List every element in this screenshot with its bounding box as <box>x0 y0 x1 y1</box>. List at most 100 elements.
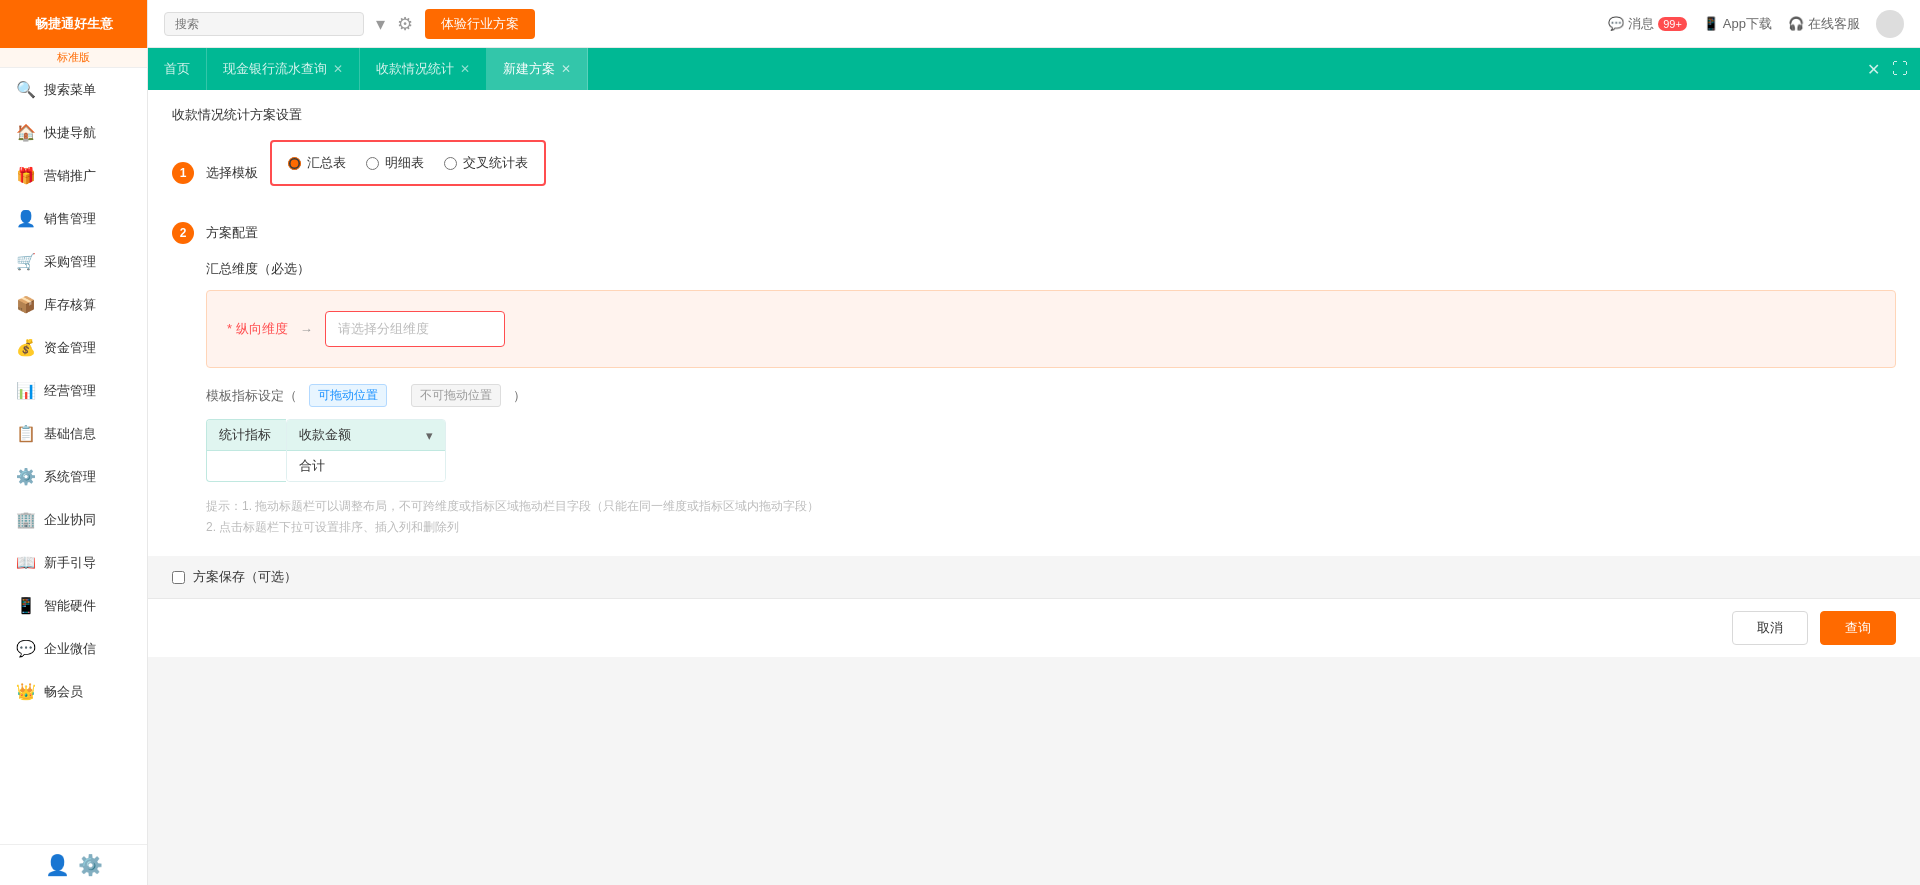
metrics-col-dropdown-icon[interactable]: ▾ <box>426 428 433 443</box>
sidebar-item-label: 企业微信 <box>44 640 96 658</box>
step2-label: 方案配置 <box>206 224 258 242</box>
support-icon: 🎧 <box>1788 16 1804 31</box>
tab-collection-stats-close[interactable]: ✕ <box>460 62 470 76</box>
tab-home-label: 首页 <box>164 60 190 78</box>
metrics-header: 收款金额 ▾ <box>287 420 445 451</box>
sidebar-item-finance[interactable]: 💰 资金管理 <box>0 326 147 369</box>
tab-collection-stats-label: 收款情况统计 <box>376 60 454 78</box>
sidebar-item-label: 资金管理 <box>44 339 96 357</box>
sidebar-bottom-icon2[interactable]: ⚙️ <box>78 853 103 877</box>
query-button[interactable]: 查询 <box>1820 611 1896 645</box>
sidebar-item-label: 快捷导航 <box>44 124 96 142</box>
radio-detail[interactable]: 明细表 <box>366 154 424 172</box>
money-icon: 💰 <box>16 338 36 357</box>
industry-btn[interactable]: 体验行业方案 <box>425 9 535 39</box>
template-section: 汇总表 明细表 交叉统计表 <box>270 140 546 186</box>
notification-item[interactable]: 💬 消息 99+ <box>1608 15 1687 33</box>
user-icon: 👤 <box>16 209 36 228</box>
sidebar-item-basic-info[interactable]: 📋 基础信息 <box>0 412 147 455</box>
tab-home[interactable]: 首页 <box>148 48 207 90</box>
sidebar-item-label: 营销推广 <box>44 167 96 185</box>
summary-dim-title: 汇总维度（必选） <box>206 260 1896 278</box>
step2-content: 汇总维度（必选） * 纵向维度 → 请选择分组维度 模板指标设定（ <box>206 260 1896 536</box>
sidebar-bottom: 👤 ⚙️ <box>0 844 147 885</box>
step2-row: 2 方案配置 <box>172 222 1896 244</box>
sidebar-item-label: 销售管理 <box>44 210 96 228</box>
sidebar-item-quick-nav[interactable]: 🏠 快捷导航 <box>0 111 147 154</box>
sidebar-item-purchase[interactable]: 🛒 采购管理 <box>0 240 147 283</box>
metrics-config: 模板指标设定（ 可拖动位置 不可拖动位置 ） 统计指标 <box>206 384 1896 482</box>
tab-expand-icon[interactable]: ⛶ <box>1892 60 1908 78</box>
tab-bar-actions: ✕ ⛶ <box>1855 48 1920 90</box>
sidebar-item-label: 搜索菜单 <box>44 81 96 99</box>
radio-summary[interactable]: 汇总表 <box>288 154 346 172</box>
dropdown-icon[interactable]: ▾ <box>376 13 385 35</box>
tab-bank-flow[interactable]: 现金银行流水查询 ✕ <box>207 48 360 90</box>
box-icon: 📦 <box>16 295 36 314</box>
message-icon: 💬 <box>1608 16 1624 31</box>
sidebar-item-label: 库存核算 <box>44 296 96 314</box>
step1-row: 1 选择模板 汇总表 明细表 交叉统计表 <box>172 140 1896 206</box>
tab-new-plan-label: 新建方案 <box>503 60 555 78</box>
gear-icon: ⚙️ <box>16 467 36 486</box>
search-input[interactable] <box>164 12 364 36</box>
tab-collection-stats[interactable]: 收款情况统计 ✕ <box>360 48 487 90</box>
sidebar-item-search-menu[interactable]: 🔍 搜索菜单 <box>0 68 147 111</box>
metrics-sub-row: 合计 <box>287 451 445 481</box>
sidebar-item-label: 采购管理 <box>44 253 96 271</box>
metrics-category-header: 统计指标 <box>207 420 286 451</box>
tab-bank-flow-close[interactable]: ✕ <box>333 62 343 76</box>
sidebar-item-marketing[interactable]: 🎁 营销推广 <box>0 154 147 197</box>
app-download-item[interactable]: 📱 App下载 <box>1703 15 1772 33</box>
tab-bank-flow-label: 现金银行流水查询 <box>223 60 327 78</box>
home-icon: 🏠 <box>16 123 36 142</box>
sidebar-bottom-icon1[interactable]: 👤 <box>45 853 70 877</box>
radio-cross-input[interactable] <box>444 157 457 170</box>
online-support-label: 在线客服 <box>1808 15 1860 33</box>
tab-new-plan-close[interactable]: ✕ <box>561 62 571 76</box>
dimension-selector[interactable]: 请选择分组维度 <box>325 311 505 347</box>
sidebar-item-label: 畅会员 <box>44 683 83 701</box>
sidebar-item-sales[interactable]: 👤 销售管理 <box>0 197 147 240</box>
sidebar-item-beginner[interactable]: 📖 新手引导 <box>0 541 147 584</box>
crown-icon: 👑 <box>16 682 36 701</box>
sidebar-item-corp-wechat[interactable]: 💬 企业微信 <box>0 627 147 670</box>
sidebar-item-corp-collab[interactable]: 🏢 企业协同 <box>0 498 147 541</box>
radio-detail-label: 明细表 <box>385 154 424 172</box>
user-avatar[interactable] <box>1876 10 1904 38</box>
sidebar-item-label: 系统管理 <box>44 468 96 486</box>
online-support-item[interactable]: 🎧 在线客服 <box>1788 15 1860 33</box>
tips-section: 提示：1. 拖动标题栏可以调整布局，不可跨维度或指标区域拖动栏目字段（只能在同一… <box>206 498 1896 536</box>
non-draggable-tag: 不可拖动位置 <box>411 384 501 407</box>
tip1: 提示：1. 拖动标题栏可以调整布局，不可跨维度或指标区域拖动栏目字段（只能在同一… <box>206 498 1896 515</box>
content-wrapper: 收款情况统计方案设置 1 选择模板 汇总表 明细表 <box>148 90 1920 885</box>
sidebar-item-smart-hw[interactable]: 📱 智能硬件 <box>0 584 147 627</box>
sidebar: 畅捷通好生意 标准版 🔍 搜索菜单 🏠 快捷导航 🎁 营销推广 👤 销售管理 🛒… <box>0 0 148 885</box>
sidebar-item-system[interactable]: ⚙️ 系统管理 <box>0 455 147 498</box>
sidebar-item-member[interactable]: 👑 畅会员 <box>0 670 147 713</box>
radio-cross[interactable]: 交叉统计表 <box>444 154 528 172</box>
page-title: 收款情况统计方案设置 <box>172 106 1896 124</box>
sidebar-item-label: 经营管理 <box>44 382 96 400</box>
metrics-config-title-suffix: ） <box>513 387 526 405</box>
radio-summary-input[interactable] <box>288 157 301 170</box>
sidebar-item-operations[interactable]: 📊 经营管理 <box>0 369 147 412</box>
metrics-table-wrapper: 统计指标 收款金额 ▾ 合计 <box>206 419 1896 482</box>
tab-close-all-icon[interactable]: ✕ <box>1867 60 1880 79</box>
save-checkbox[interactable] <box>172 571 185 584</box>
cancel-button[interactable]: 取消 <box>1732 611 1808 645</box>
radio-detail-input[interactable] <box>366 157 379 170</box>
app-download-label: App下载 <box>1723 15 1772 33</box>
building-icon: 🏢 <box>16 510 36 529</box>
logo-text: 畅捷通好生意 <box>35 15 113 33</box>
dimension-row: * 纵向维度 → 请选择分组维度 <box>227 311 1875 347</box>
tab-new-plan[interactable]: 新建方案 ✕ <box>487 48 588 90</box>
edition-badge: 标准版 <box>0 48 147 68</box>
cart-icon: 🛒 <box>16 252 36 271</box>
radio-summary-label: 汇总表 <box>307 154 346 172</box>
settings-icon[interactable]: ⚙ <box>397 13 413 35</box>
tip2: 2. 点击标题栏下拉可设置排序、插入列和删除列 <box>206 519 1896 536</box>
sidebar-item-inventory[interactable]: 📦 库存核算 <box>0 283 147 326</box>
main-area: ▾ ⚙ 体验行业方案 💬 消息 99+ 📱 App下载 🎧 在线客服 首页 <box>148 0 1920 885</box>
required-star: * <box>227 321 232 336</box>
